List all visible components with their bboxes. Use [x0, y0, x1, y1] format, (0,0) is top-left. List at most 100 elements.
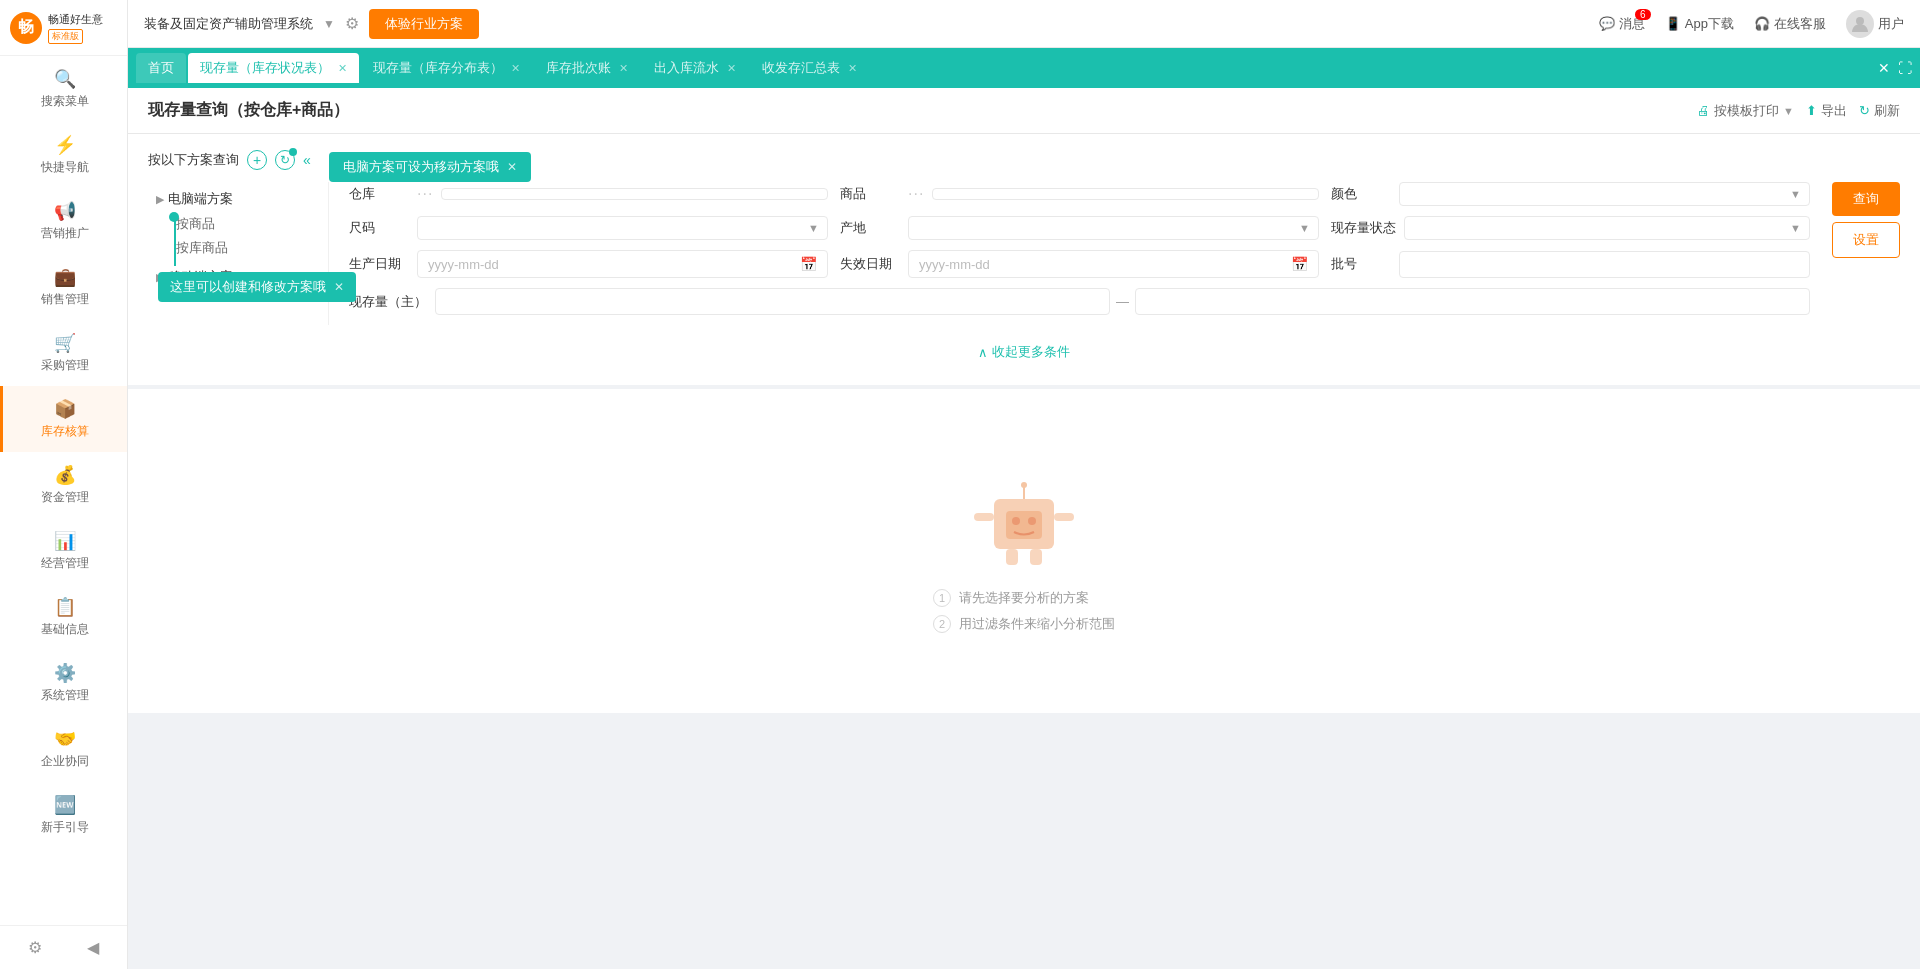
- sidebar-item-sales[interactable]: 💼 销售管理: [0, 254, 127, 320]
- stock-main-separator: —: [1116, 294, 1129, 309]
- sidebar-item-inventory[interactable]: 📦 库存核算: [0, 386, 127, 452]
- basic-icon: 📋: [54, 596, 76, 618]
- production-date-label: 生产日期: [349, 255, 409, 273]
- export-icon: ⬆: [1806, 103, 1817, 118]
- marketing-icon: 📢: [54, 200, 76, 222]
- filter-section: 按以下方案查询 + ↻ « 电脑方案可设为移动方案哦 ✕: [128, 134, 1920, 385]
- tab-stock-batch[interactable]: 库存批次账 ✕: [534, 53, 640, 83]
- tab-inout-flow[interactable]: 出入库流水 ✕: [642, 53, 748, 83]
- desktop-scheme-item[interactable]: ▶ 电脑端方案: [148, 186, 328, 212]
- filter-add-scheme-btn[interactable]: +: [247, 150, 267, 170]
- sidebar-item-finance[interactable]: 💰 资金管理: [0, 452, 127, 518]
- batch-input[interactable]: [1399, 251, 1810, 278]
- notifications-btn[interactable]: 💬 消息 6: [1599, 15, 1645, 33]
- header-right: 💬 消息 6 📱 App下载 🎧 在线客服 用户: [1599, 10, 1904, 38]
- online-support-btn[interactable]: 🎧 在线客服: [1754, 15, 1826, 33]
- logo-icon: 畅: [10, 12, 42, 44]
- sidebar-item-system[interactable]: ⚙️ 系统管理: [0, 650, 127, 716]
- origin-select[interactable]: ▼: [908, 216, 1319, 240]
- expiry-date-input[interactable]: yyyy-mm-dd 📅: [908, 250, 1319, 278]
- scheme-sub-item[interactable]: 按商品: [168, 212, 328, 236]
- tab-stock-dist[interactable]: 现存量（库存分布表） ✕: [361, 53, 532, 83]
- color-field: 颜色 ▼: [1331, 182, 1810, 206]
- size-select-arrow: ▼: [808, 222, 819, 234]
- reset-btn[interactable]: 设置: [1832, 222, 1900, 258]
- color-select[interactable]: ▼: [1399, 182, 1810, 206]
- color-label: 颜色: [1331, 185, 1391, 203]
- tab-summary[interactable]: 收发存汇总表 ✕: [750, 53, 869, 83]
- empty-hint-1: 1 请先选择要分析的方案: [933, 589, 1115, 607]
- stock-main-max-input[interactable]: [1135, 288, 1810, 315]
- tab-bar: 首页 现存量（库存状况表） ✕ 现存量（库存分布表） ✕ 库存批次账 ✕ 出入库…: [128, 48, 1920, 88]
- message-icon: 💬: [1599, 16, 1615, 31]
- origin-label: 产地: [840, 219, 900, 237]
- notification-badge: 6: [1635, 9, 1651, 20]
- search-btn[interactable]: 查询: [1832, 182, 1900, 216]
- tab-close-stock-batch[interactable]: ✕: [619, 62, 628, 75]
- collapse-btn[interactable]: ∧ 收起更多条件: [148, 335, 1900, 369]
- sidebar-item-cooperation[interactable]: 🤝 企业协同: [0, 716, 127, 782]
- header-app-name: 装备及固定资产辅助管理系统: [144, 15, 313, 33]
- app-download-btn[interactable]: 📱 App下载: [1665, 15, 1734, 33]
- size-select[interactable]: ▼: [417, 216, 828, 240]
- hint-num-1: 1: [933, 589, 951, 607]
- sidebar-item-guide[interactable]: 🆕 新手引导: [0, 782, 127, 848]
- size-field: 尺码 ▼: [349, 216, 828, 240]
- goods-select[interactable]: [932, 188, 1319, 200]
- edit-tooltip-close[interactable]: ✕: [334, 280, 344, 294]
- svg-rect-10: [1030, 549, 1042, 565]
- print-dropdown-arrow[interactable]: ▼: [1783, 105, 1794, 117]
- system-icon: ⚙️: [54, 662, 76, 684]
- sidebar-item-basic[interactable]: 📋 基础信息: [0, 584, 127, 650]
- sidebar-item-operations[interactable]: 📊 经营管理: [0, 518, 127, 584]
- phone-icon: 📱: [1665, 16, 1681, 31]
- sidebar-item-search[interactable]: 🔍 搜索菜单: [0, 56, 127, 122]
- sidebar-item-marketing[interactable]: 📢 营销推广: [0, 188, 127, 254]
- warehouse-field: 仓库 ···: [349, 182, 828, 206]
- production-date-input[interactable]: yyyy-mm-dd 📅: [417, 250, 828, 278]
- print-icon: 🖨: [1697, 103, 1710, 118]
- industry-plan-btn[interactable]: 体验行业方案: [369, 9, 479, 39]
- filter-header: 按以下方案查询 + ↻ « 电脑方案可设为移动方案哦 ✕: [148, 150, 1900, 170]
- scheme-sub-item2[interactable]: 按库商品: [168, 236, 328, 260]
- filter-back-btn[interactable]: «: [303, 152, 311, 168]
- tab-stock-status[interactable]: 现存量（库存状况表） ✕: [188, 53, 359, 83]
- collapse-arrow-icon: ∧: [978, 345, 988, 360]
- filter-refresh-btn[interactable]: ↻: [275, 150, 295, 170]
- export-btn[interactable]: ⬆ 导出: [1806, 102, 1847, 120]
- refresh-btn[interactable]: ↻ 刷新: [1859, 102, 1900, 120]
- header-dropdown-arrow[interactable]: ▼: [323, 17, 335, 31]
- stock-status-select[interactable]: ▼: [1404, 216, 1810, 240]
- sidebar-settings-btn[interactable]: ⚙: [28, 938, 42, 957]
- goods-field: 商品 ···: [840, 182, 1319, 206]
- template-print-btn[interactable]: 🖨 按模板打印 ▼: [1697, 102, 1794, 120]
- empty-state: 1 请先选择要分析的方案 2 用过滤条件来缩小分析范围: [128, 389, 1920, 713]
- quicknav-icon: ⚡: [54, 134, 76, 156]
- origin-field: 产地 ▼: [840, 216, 1319, 240]
- warehouse-select[interactable]: [441, 188, 828, 200]
- user-area[interactable]: 用户: [1846, 10, 1904, 38]
- expiry-date-calendar-icon: 📅: [1291, 256, 1308, 272]
- warehouse-dots: ···: [417, 185, 433, 203]
- empty-hints: 1 请先选择要分析的方案 2 用过滤条件来缩小分析范围: [933, 589, 1115, 633]
- sales-icon: 💼: [54, 266, 76, 288]
- sidebar-item-quicknav[interactable]: ⚡ 快捷导航: [0, 122, 127, 188]
- sidebar-nav: 🔍 搜索菜单 ⚡ 快捷导航 📢 营销推广 💼 销售管理 🛒 采购管理 📦 库存核…: [0, 56, 127, 925]
- finance-icon: 💰: [54, 464, 76, 486]
- sidebar-item-purchase[interactable]: 🛒 采购管理: [0, 320, 127, 386]
- stock-main-label: 现存量（主）: [349, 293, 427, 311]
- header-left: 装备及固定资产辅助管理系统 ▼ ⚙ 体验行业方案: [144, 9, 479, 39]
- tab-home[interactable]: 首页: [136, 53, 186, 83]
- guide-icon: 🆕: [54, 794, 76, 816]
- tab-close-stock-dist[interactable]: ✕: [511, 62, 520, 75]
- tab-close-inout-flow[interactable]: ✕: [727, 62, 736, 75]
- header-settings-btn[interactable]: ⚙: [345, 14, 359, 33]
- stock-main-min-input[interactable]: [435, 288, 1110, 315]
- tab-close-summary[interactable]: ✕: [848, 62, 857, 75]
- scheme-tooltip-close[interactable]: ✕: [507, 160, 517, 174]
- tab-close-stock-status[interactable]: ✕: [338, 62, 347, 75]
- sidebar: 畅 畅通好生意 标准版 🔍 搜索菜单 ⚡ 快捷导航 📢 营销推广 💼 销售管理 …: [0, 0, 128, 969]
- tab-close-all-btn[interactable]: ✕: [1878, 60, 1890, 76]
- tab-fullscreen-btn[interactable]: ⛶: [1898, 60, 1912, 76]
- sidebar-collapse-btn[interactable]: ◀: [87, 938, 99, 957]
